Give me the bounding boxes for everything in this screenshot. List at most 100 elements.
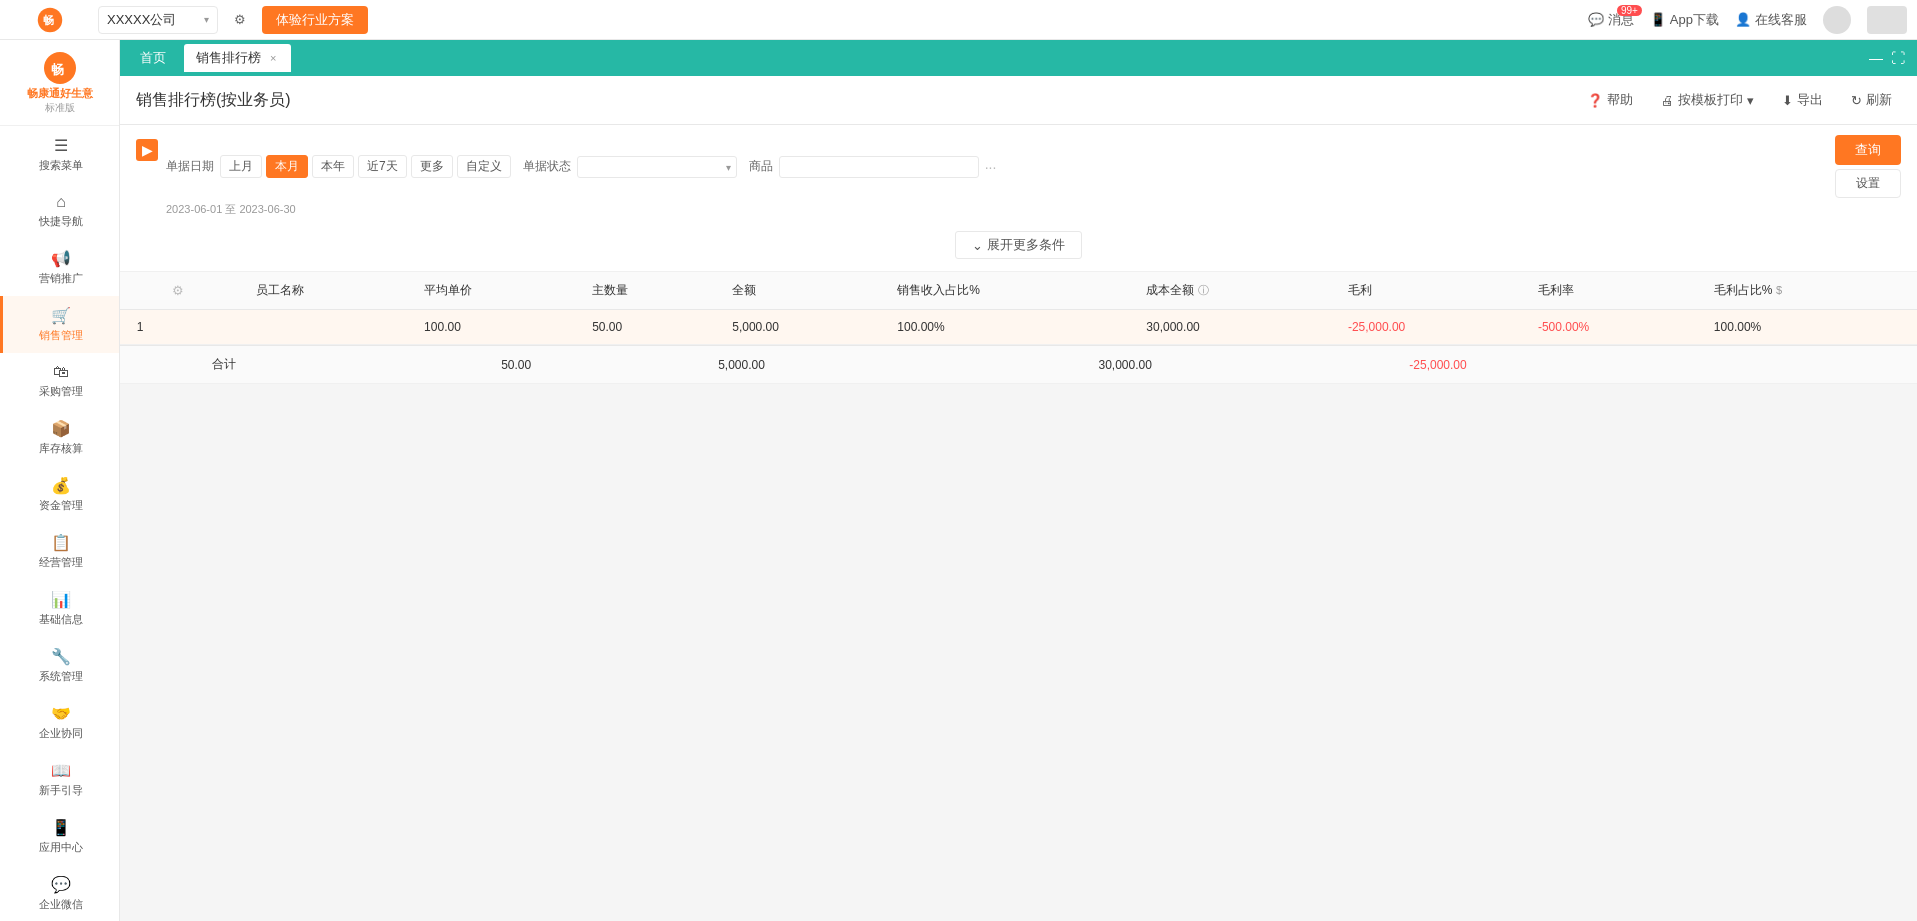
status-label: 单据状态 [523, 158, 571, 175]
th-sales-pct: 销售收入占比% [885, 272, 1134, 310]
settings-button[interactable]: 设置 [1835, 169, 1901, 198]
tab-bar: 首页 销售排行榜 × — ⛶ [120, 40, 1917, 76]
tab-home[interactable]: 首页 [124, 40, 182, 76]
cell-index: 1 [120, 310, 160, 345]
sidebar-item-purchase[interactable]: 🛍 采购管理 [0, 353, 119, 409]
last7days-btn[interactable]: 近7天 [358, 155, 407, 178]
tab-minimize-icon[interactable]: — [1869, 50, 1883, 66]
page-header: 销售排行榜(按业务员) ❓ 帮助 🖨 按模板打印 ▾ ⬇ 导出 [120, 76, 1917, 125]
sidebar-item-system[interactable]: 🔧 系统管理 [0, 637, 119, 694]
sidebar-item-label: 资金管理 [39, 498, 83, 513]
sidebar-item-corp-collab[interactable]: 🤝 企业协同 [0, 694, 119, 751]
this-month-btn[interactable]: 本月 [266, 155, 308, 178]
top-bar: 畅 XXXXX公司 ▾ ⚙ 体验行业方案 💬 消息 99+ 📱 App下载 👤 … [0, 0, 1917, 40]
export-icon: ⬇ [1782, 93, 1793, 108]
th-qty: 主数量 [580, 272, 720, 310]
table-settings-icon[interactable]: ⚙ [172, 283, 184, 298]
status-select[interactable] [577, 156, 737, 178]
sidebar-item-marketing[interactable]: 📢 营销推广 [0, 239, 119, 296]
chevron-down-icon: ▾ [204, 14, 209, 25]
user-name-area[interactable] [1867, 6, 1907, 34]
company-selector[interactable]: XXXXX公司 ▾ [98, 6, 218, 34]
page-title: 销售排行榜(按业务员) [136, 90, 291, 111]
expand-more-button[interactable]: ⌄ 展开更多条件 [955, 231, 1082, 259]
table-row: 1 100.00 50.00 5,000.00 100.00% 30,000.0… [120, 310, 1917, 345]
custom-btn[interactable]: 自定义 [457, 155, 511, 178]
tab-close-button[interactable]: × [267, 51, 279, 65]
query-button[interactable]: 查询 [1835, 135, 1901, 165]
sidebar-item-search[interactable]: ☰ 搜索菜单 [0, 126, 119, 183]
online-service-button[interactable]: 👤 在线客服 [1735, 11, 1807, 29]
footer-label: 合计 [200, 346, 393, 384]
export-button[interactable]: ⬇ 导出 [1773, 86, 1832, 114]
app-download-label: App下载 [1670, 11, 1719, 29]
print-button[interactable]: 🖨 按模板打印 ▾ [1652, 86, 1763, 114]
sidebar-brand: 畅 畅康通好生意 标准版 [0, 40, 119, 126]
goods-more-icon[interactable]: ··· [985, 159, 997, 175]
download-icon: 📱 [1650, 12, 1666, 27]
footer-row: 合计 50.00 5,000.00 30,000.00 -25,000.00 [120, 346, 1917, 384]
sidebar-item-label: 销售管理 [39, 328, 83, 343]
th-settings: ⚙ [160, 272, 244, 310]
help-label: 帮助 [1607, 91, 1633, 109]
system-icon: 🔧 [51, 647, 71, 666]
filter-date: 单据日期 上月 本月 本年 近7天 更多 自定义 [166, 155, 511, 178]
main-layout: 畅 畅康通好生意 标准版 ☰ 搜索菜单 ⌂ 快捷导航 📢 营销推广 🛒 销售管理… [0, 40, 1917, 921]
footer-gross-margin [1724, 346, 1820, 384]
sidebar-item-label: 基础信息 [39, 612, 83, 627]
th-avg-price: 平均单价 [412, 272, 580, 310]
help-button[interactable]: ❓ 帮助 [1578, 86, 1642, 114]
export-label: 导出 [1797, 91, 1823, 109]
company-name: XXXXX公司 [107, 11, 200, 29]
sidebar-item-corp-wechat[interactable]: 💬 企业微信 [0, 865, 119, 921]
sidebar-item-inventory[interactable]: 📦 库存核算 [0, 409, 119, 466]
date-range-text: 2023-06-01 至 2023-06-30 [166, 203, 296, 215]
footer-table: 合计 50.00 5,000.00 30,000.00 -25,000.00 [120, 346, 1917, 384]
filter-expand-btn[interactable]: ▶ [136, 139, 158, 161]
sidebar-item-quick-nav[interactable]: ⌂ 快捷导航 [0, 183, 119, 239]
finance-icon: 💰 [51, 476, 71, 495]
sidebar-item-app-center[interactable]: 📱 应用中心 [0, 808, 119, 865]
page-content: 销售排行榜(按业务员) ❓ 帮助 🖨 按模板打印 ▾ ⬇ 导出 [120, 76, 1917, 921]
sidebar-item-label: 快捷导航 [39, 214, 83, 229]
table-footer: 合计 50.00 5,000.00 30,000.00 -25,000.00 [120, 345, 1917, 384]
trial-button[interactable]: 体验行业方案 [262, 6, 368, 34]
goods-input[interactable] [779, 156, 979, 178]
sidebar-item-label: 搜索菜单 [39, 158, 83, 173]
tab-maximize-icon[interactable]: ⛶ [1891, 50, 1905, 66]
settings-button[interactable]: ⚙ [226, 6, 254, 34]
message-button[interactable]: 💬 消息 99+ [1588, 11, 1634, 29]
more-btn[interactable]: 更多 [411, 155, 453, 178]
table-container: ⚙ 员工名称 平均单价 主数量 全额 销售收入占比% 成本全额 ⓘ 毛利 毛利率… [120, 272, 1917, 345]
cell-avg-price: 100.00 [412, 310, 580, 345]
tab-active[interactable]: 销售排行榜 × [184, 44, 291, 72]
filter-section: ▶ 单据日期 上月 本月 本年 近7天 [120, 125, 1917, 272]
prev-month-btn[interactable]: 上月 [220, 155, 262, 178]
this-year-btn[interactable]: 本年 [312, 155, 354, 178]
footer-sales-pct [990, 346, 1086, 384]
avatar[interactable] [1823, 6, 1851, 34]
cell-gross-margin: -500.00% [1526, 310, 1702, 345]
cell-settings [160, 310, 244, 345]
app-center-icon: 📱 [51, 818, 71, 837]
app-download-button[interactable]: 📱 App下载 [1650, 11, 1719, 29]
sidebar-item-sales[interactable]: 🛒 销售管理 [0, 296, 119, 353]
refresh-button[interactable]: ↻ 刷新 [1842, 86, 1901, 114]
home-icon: ⌂ [56, 193, 66, 211]
gear-icon: ⚙ [234, 12, 246, 27]
cell-qty: 50.00 [580, 310, 720, 345]
message-badge: 99+ [1617, 5, 1642, 16]
search-menu-icon: ☰ [54, 136, 68, 155]
sidebar-item-operations[interactable]: 📋 经营管理 [0, 523, 119, 580]
sidebar-item-guide[interactable]: 📖 新手引导 [0, 751, 119, 808]
cost-info-icon: ⓘ [1198, 284, 1209, 296]
gross-pct-info-icon: $ [1776, 284, 1782, 296]
sidebar-logo-area: 畅 [10, 6, 90, 34]
sidebar-item-finance[interactable]: 💰 资金管理 [0, 466, 119, 523]
footer-avg [393, 346, 489, 384]
cell-cost: 30,000.00 [1134, 310, 1336, 345]
sidebar-item-label: 新手引导 [39, 783, 83, 798]
sidebar: 畅 畅康通好生意 标准版 ☰ 搜索菜单 ⌂ 快捷导航 📢 营销推广 🛒 销售管理… [0, 40, 120, 921]
sidebar-item-basic-info[interactable]: 📊 基础信息 [0, 580, 119, 637]
marketing-icon: 📢 [51, 249, 71, 268]
